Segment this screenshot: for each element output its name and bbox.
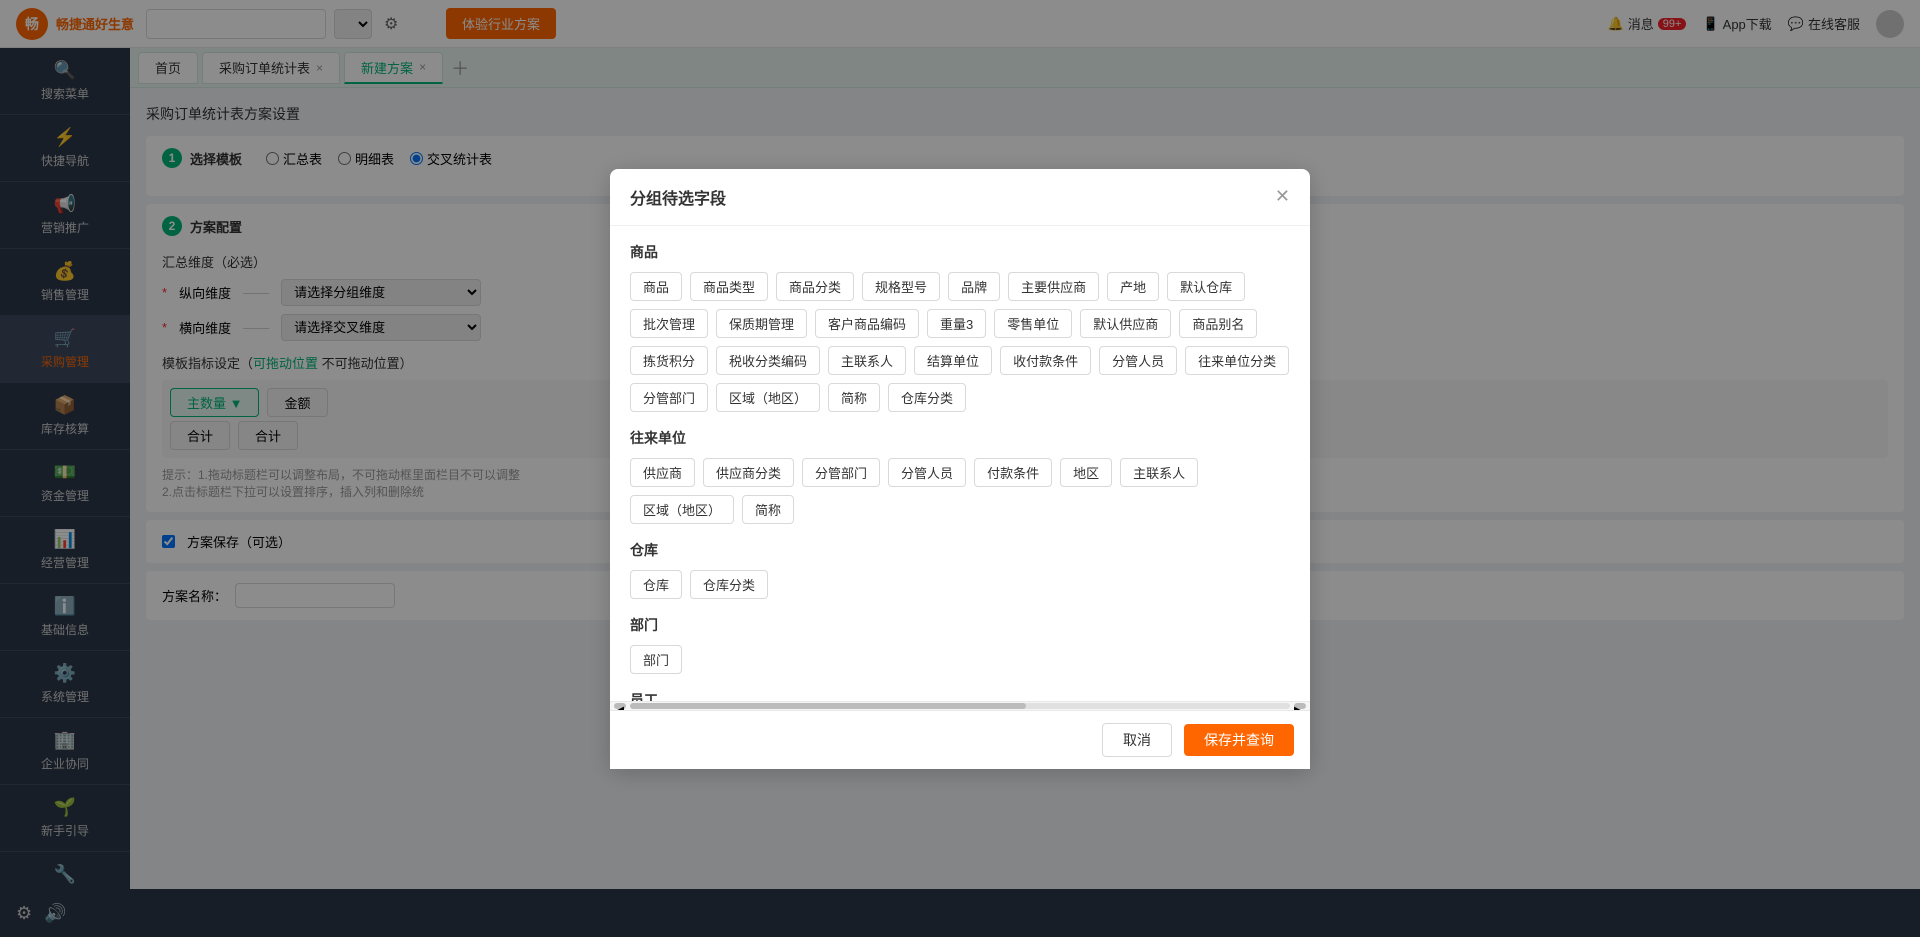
field-partner-contact[interactable]: 主联系人	[1120, 458, 1198, 487]
field-shelf-life[interactable]: 保质期管理	[716, 309, 807, 338]
field-managing-dept[interactable]: 分管部门	[630, 383, 708, 412]
field-origin[interactable]: 产地	[1107, 272, 1159, 301]
field-grid-dept: 部门	[630, 645, 1290, 674]
field-main-supplier[interactable]: 主要供应商	[1008, 272, 1099, 301]
cancel-button[interactable]: 取消	[1102, 723, 1172, 757]
field-main-contact[interactable]: 主联系人	[828, 346, 906, 375]
field-customer-code[interactable]: 客户商品编码	[815, 309, 919, 338]
field-short-name-goods[interactable]: 简称	[828, 383, 880, 412]
field-pick-points[interactable]: 拣货积分	[630, 346, 708, 375]
hscroll-thumb[interactable]	[630, 703, 1026, 709]
section-title-partner: 往来单位	[630, 428, 1290, 448]
field-supplier[interactable]: 供应商	[630, 458, 695, 487]
field-dept-manager[interactable]: 分管人员	[1099, 346, 1177, 375]
field-tax-code[interactable]: 税收分类编码	[716, 346, 820, 375]
field-payment-condition[interactable]: 付款条件	[974, 458, 1052, 487]
field-goods-category[interactable]: 商品分类	[776, 272, 854, 301]
modal-close-button[interactable]: ✕	[1275, 186, 1290, 207]
field-goods[interactable]: 商品	[630, 272, 682, 301]
field-short-name-partner[interactable]: 简称	[742, 495, 794, 524]
modal-body[interactable]: 商品 商品 商品类型 商品分类 规格型号 品牌 主要供应商 产地 默认仓库 批次…	[610, 226, 1310, 701]
field-area[interactable]: 地区	[1060, 458, 1112, 487]
section-title-warehouse: 仓库	[630, 540, 1290, 560]
field-warehouse-category[interactable]: 仓库分类	[690, 570, 768, 599]
section-title-dept: 部门	[630, 615, 1290, 635]
hscroll-track[interactable]	[630, 703, 1290, 709]
hscroll-left-arrow[interactable]: ◀	[614, 703, 626, 709]
field-grid-goods: 商品 商品类型 商品分类 规格型号 品牌 主要供应商 产地 默认仓库 批次管理 …	[630, 272, 1290, 412]
field-partner-manager[interactable]: 分管人员	[888, 458, 966, 487]
field-weight3[interactable]: 重量3	[927, 309, 986, 338]
modal-footer: 取消 保存并查询	[610, 710, 1310, 769]
field-brand[interactable]: 品牌	[948, 272, 1000, 301]
modal-overlay: 分组待选字段 ✕ 商品 商品 商品类型 商品分类 规格型号 品牌 主要供应商 产…	[0, 0, 1920, 937]
field-spec-model[interactable]: 规格型号	[862, 272, 940, 301]
hscroll-right-arrow[interactable]: ▶	[1294, 703, 1306, 709]
field-region-partner[interactable]: 区域（地区）	[630, 495, 734, 524]
section-title-staff: 员工	[630, 690, 1290, 701]
field-goods-alias[interactable]: 商品别名	[1179, 309, 1257, 338]
field-payment-terms[interactable]: 收付款条件	[1000, 346, 1091, 375]
field-grid-warehouse: 仓库 仓库分类	[630, 570, 1290, 599]
section-title-goods: 商品	[630, 242, 1290, 262]
field-warehouse[interactable]: 仓库	[630, 570, 682, 599]
field-grid-partner: 供应商 供应商分类 分管部门 分管人员 付款条件 地区 主联系人 区域（地区） …	[630, 458, 1290, 524]
field-supplier-category[interactable]: 供应商分类	[703, 458, 794, 487]
modal-header: 分组待选字段 ✕	[610, 169, 1310, 226]
field-batch-mgmt[interactable]: 批次管理	[630, 309, 708, 338]
field-goods-type[interactable]: 商品类型	[690, 272, 768, 301]
field-warehouse-category-goods[interactable]: 仓库分类	[888, 383, 966, 412]
field-settlement-unit[interactable]: 结算单位	[914, 346, 992, 375]
save-button[interactable]: 保存并查询	[1184, 724, 1294, 756]
field-region-goods[interactable]: 区域（地区）	[716, 383, 820, 412]
modal-title: 分组待选字段	[630, 185, 726, 209]
field-partner-category[interactable]: 往来单位分类	[1185, 346, 1289, 375]
field-dept[interactable]: 部门	[630, 645, 682, 674]
modal: 分组待选字段 ✕ 商品 商品 商品类型 商品分类 规格型号 品牌 主要供应商 产…	[610, 169, 1310, 769]
field-default-warehouse[interactable]: 默认仓库	[1167, 272, 1245, 301]
modal-horizontal-scrollbar[interactable]: ◀ ▶	[610, 701, 1310, 710]
field-default-supplier[interactable]: 默认供应商	[1080, 309, 1171, 338]
field-retail-unit[interactable]: 零售单位	[994, 309, 1072, 338]
field-partner-dept[interactable]: 分管部门	[802, 458, 880, 487]
